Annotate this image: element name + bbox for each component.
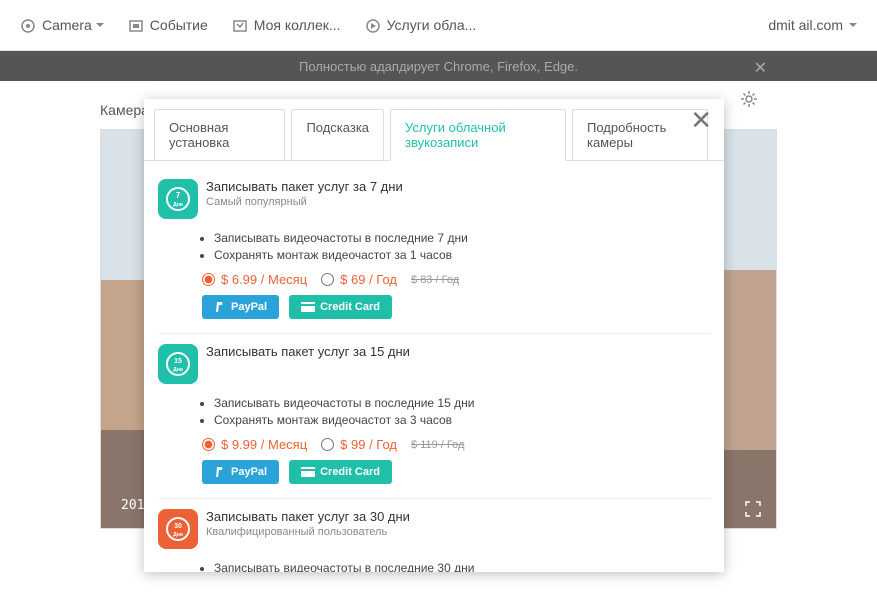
svg-text:7: 7 bbox=[176, 191, 181, 200]
user-menu[interactable]: dmit ail.com bbox=[768, 17, 857, 33]
feature-item: Сохранять монтаж видеочастот за 3 часов bbox=[214, 413, 710, 427]
svg-text:15: 15 bbox=[174, 358, 182, 365]
top-navbar: Camera Событие Моя коллек... Услуги обла… bbox=[0, 0, 877, 51]
plan-7-title: Записывать пакет услуг за 7 дни bbox=[206, 179, 403, 194]
camera-icon bbox=[20, 16, 36, 33]
tab-hint[interactable]: Подсказка bbox=[291, 109, 384, 160]
nav-event[interactable]: Событие bbox=[128, 16, 208, 33]
nav-camera-label: Camera bbox=[42, 17, 92, 33]
modal-close[interactable]: ✕ bbox=[690, 105, 712, 136]
feature-item: Записывать видеочастоты в последние 15 д… bbox=[214, 396, 710, 410]
banner-text: Полностью адапдирует Chrome, Firefox, Ed… bbox=[299, 59, 578, 74]
event-icon bbox=[128, 16, 144, 33]
feature-item: Записывать видеочастоты в последние 30 д… bbox=[214, 561, 710, 572]
nav-collection-label: Моя коллек... bbox=[254, 17, 341, 33]
user-email: dmit ail.com bbox=[768, 17, 843, 33]
svg-text:Дни: Дни bbox=[173, 532, 183, 538]
plan-15-strike: $ 119 / Год bbox=[411, 439, 464, 451]
svg-text:Дни: Дни bbox=[173, 202, 183, 208]
collection-icon bbox=[232, 16, 248, 33]
settings-modal: ✕ Основная установка Подсказка Услуги об… bbox=[144, 99, 724, 572]
plan-7-icon: 7 Дни bbox=[158, 179, 198, 219]
banner-close[interactable]: ✕ bbox=[754, 58, 767, 78]
plan-15-monthly[interactable]: $ 9.99 / Месяц bbox=[202, 437, 307, 452]
nav-cloud[interactable]: Услуги обла... bbox=[365, 16, 477, 33]
plan-30-features: Записывать видеочастоты в последние 30 д… bbox=[214, 561, 710, 572]
tab-main[interactable]: Основная установка bbox=[154, 109, 285, 160]
plan-15-features: Записывать видеочастоты в последние 15 д… bbox=[214, 396, 710, 427]
paypal-button[interactable]: PayPal bbox=[202, 460, 279, 484]
plan-30-title: Записывать пакет услуг за 30 дни bbox=[206, 509, 410, 524]
tab-cloud[interactable]: Услуги облачной звукозаписи bbox=[390, 109, 566, 161]
svg-text:Дни: Дни bbox=[173, 367, 183, 373]
plan-7-features: Записывать видеочастоты в последние 7 дн… bbox=[214, 231, 710, 262]
compat-banner: Полностью адапдирует Chrome, Firefox, Ed… bbox=[0, 51, 877, 81]
settings-gear-icon[interactable] bbox=[739, 89, 759, 109]
plan-15-icon: 15 Дни bbox=[158, 344, 198, 384]
nav-event-label: Событие bbox=[150, 17, 208, 33]
feature-item: Сохранять монтаж видеочастот за 1 часов bbox=[214, 248, 710, 262]
paypal-button[interactable]: PayPal bbox=[202, 295, 279, 319]
nav-cloud-label: Услуги обла... bbox=[387, 17, 477, 33]
plan-30-subtitle: Квалифицированный пользователь bbox=[206, 526, 410, 538]
nav-camera[interactable]: Camera bbox=[20, 16, 104, 33]
nav-collection[interactable]: Моя коллек... bbox=[232, 16, 341, 33]
plan-7-yearly[interactable]: $ 69 / Год bbox=[321, 272, 397, 287]
plan-7-monthly[interactable]: $ 6.99 / Месяц bbox=[202, 272, 307, 287]
plan-30day: 30 Дни Записывать пакет услуг за 30 дни К… bbox=[158, 499, 710, 572]
plan-7-subtitle: Самый популярный bbox=[206, 196, 403, 208]
svg-text:30: 30 bbox=[174, 523, 182, 530]
plan-15day: 15 Дни Записывать пакет услуг за 15 дни З… bbox=[158, 334, 710, 499]
plan-15-title: Записывать пакет услуг за 15 дни bbox=[206, 344, 410, 359]
modal-body[interactable]: 7 Дни Записывать пакет услуг за 7 дни Сам… bbox=[144, 161, 724, 572]
plan-15-yearly[interactable]: $ 99 / Год bbox=[321, 437, 397, 452]
creditcard-button[interactable]: Credit Card bbox=[289, 460, 392, 484]
tab-detail[interactable]: Подробность камеры bbox=[572, 109, 708, 160]
cloud-icon bbox=[365, 16, 381, 33]
creditcard-button[interactable]: Credit Card bbox=[289, 295, 392, 319]
plan-7-strike: $ 83 / Год bbox=[411, 274, 459, 286]
plan-30-icon: 30 Дни bbox=[158, 509, 198, 549]
fullscreen-icon[interactable] bbox=[744, 500, 762, 518]
modal-tabs: Основная установка Подсказка Услуги обла… bbox=[144, 99, 724, 161]
feature-item: Записывать видеочастоты в последние 7 дн… bbox=[214, 231, 710, 245]
plan-7day: 7 Дни Записывать пакет услуг за 7 дни Сам… bbox=[158, 169, 710, 334]
